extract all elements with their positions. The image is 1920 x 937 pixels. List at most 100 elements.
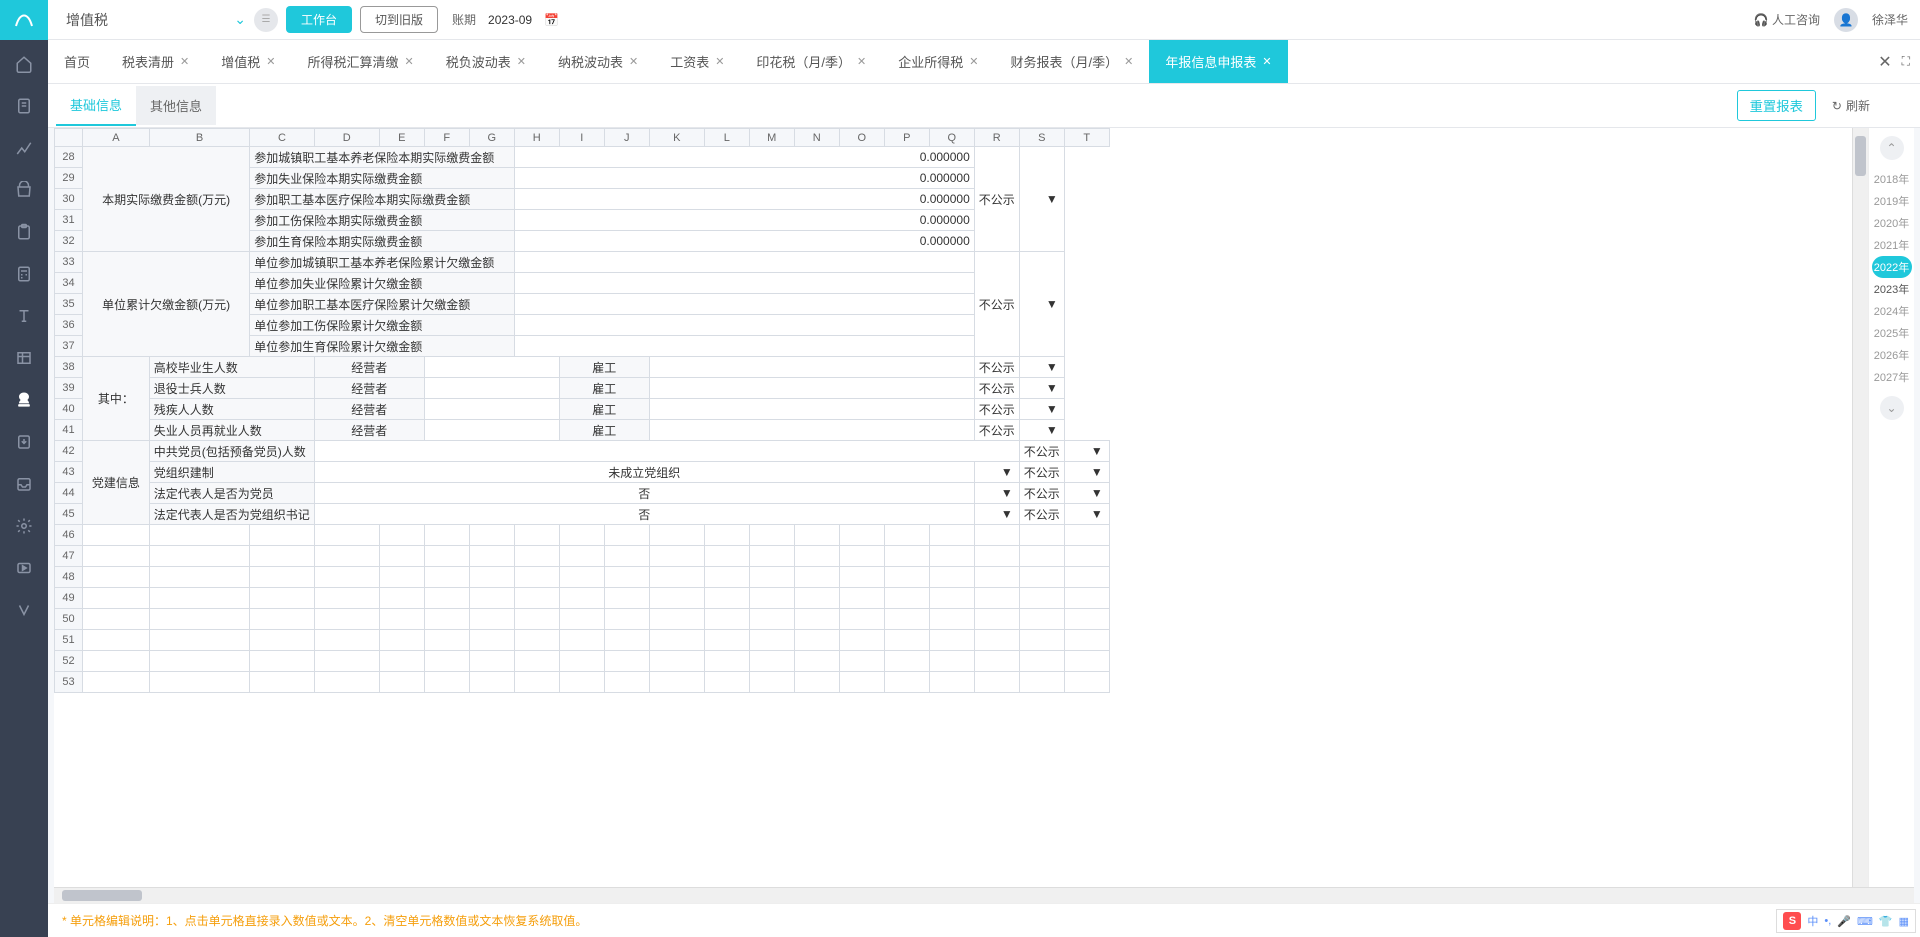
tab-close-icon[interactable]: ✕	[969, 55, 978, 68]
col-header-H[interactable]: H	[514, 129, 559, 147]
year-2027年[interactable]: 2027年	[1872, 366, 1912, 388]
ime-keyboard-icon: ⌨	[1857, 915, 1873, 928]
user-name[interactable]: 徐泽华	[1872, 11, 1908, 28]
nav-text-icon[interactable]	[12, 304, 36, 328]
footer-bar: * 单元格编辑说明：1、点击单元格直接录入数值或文本。2、清空单元格数值或文本恢…	[48, 903, 1920, 937]
col-header-E[interactable]: E	[379, 129, 424, 147]
tab-年报信息申报表[interactable]: 年报信息申报表✕	[1149, 40, 1287, 83]
period-label: 账期	[452, 11, 476, 28]
top-bar: 增值税 ⌄ ☰ 工作台 切到旧版 账期 2023-09 📅 🎧 人工咨询 👤 徐…	[48, 0, 1920, 40]
year-2020年[interactable]: 2020年	[1872, 212, 1912, 234]
ime-s-icon: S	[1783, 912, 1801, 930]
nav-settings-icon[interactable]	[12, 514, 36, 538]
col-header-T[interactable]: T	[1064, 129, 1109, 147]
tab-close-icon[interactable]: ✕	[1262, 55, 1271, 68]
calendar-icon[interactable]: 📅	[544, 13, 559, 27]
tab-企业所得税[interactable]: 企业所得税✕	[882, 40, 994, 83]
sub-header: 基础信息 其他信息 重置报表 ↻ 刷新	[48, 84, 1920, 128]
col-header-K[interactable]: K	[649, 129, 704, 147]
app-logo	[0, 0, 48, 40]
col-header-J[interactable]: J	[604, 129, 649, 147]
col-header-I[interactable]: I	[559, 129, 604, 147]
breadcrumb[interactable]: 增值税 ⌄	[66, 10, 246, 30]
nav-bag-icon[interactable]	[12, 178, 36, 202]
footer-hint: * 单元格编辑说明：1、点击单元格直接录入数值或文本。2、清空单元格数值或文本恢…	[62, 912, 587, 929]
col-header-G[interactable]: G	[469, 129, 514, 147]
ime-zhong-icon: 中	[1807, 913, 1818, 929]
col-header-C[interactable]: C	[250, 129, 314, 147]
nav-home-icon[interactable]	[12, 52, 36, 76]
year-2025年[interactable]: 2025年	[1872, 322, 1912, 344]
ime-toolbar[interactable]: S 中 •, 🎤 ⌨ 👕 ▦	[1776, 909, 1916, 933]
nav-calc-icon[interactable]	[12, 262, 36, 286]
subtab-basic[interactable]: 基础信息	[56, 85, 136, 126]
nav-table-icon[interactable]	[12, 346, 36, 370]
year-2019年[interactable]: 2019年	[1872, 190, 1912, 212]
tab-close-icon[interactable]: ✕	[266, 55, 275, 68]
sidebar	[0, 0, 48, 937]
year-2018年[interactable]: 2018年	[1872, 168, 1912, 190]
tab-税表清册[interactable]: 税表清册✕	[106, 40, 205, 83]
col-header-P[interactable]: P	[884, 129, 929, 147]
col-header-B[interactable]: B	[149, 129, 250, 147]
tab-工资表[interactable]: 工资表✕	[654, 40, 740, 83]
col-header-A[interactable]: A	[83, 129, 150, 147]
subtab-other[interactable]: 其他信息	[136, 86, 216, 125]
nav-inbox-icon[interactable]	[12, 472, 36, 496]
tabs-bar: 首页税表清册✕增值税✕所得税汇算清缴✕税负波动表✕纳税波动表✕工资表✕印花税（月…	[48, 40, 1920, 84]
period-value[interactable]: 2023-09	[488, 13, 532, 27]
refresh-button[interactable]: ↻ 刷新	[1832, 97, 1870, 114]
nav-doc-icon[interactable]	[12, 94, 36, 118]
chevron-down-icon: ⌄	[234, 11, 246, 28]
consult-link[interactable]: 🎧 人工咨询	[1754, 11, 1820, 28]
tab-close-icon[interactable]: ✕	[715, 55, 724, 68]
col-header-N[interactable]: N	[794, 129, 839, 147]
nav-export-icon[interactable]	[12, 430, 36, 454]
tab-close-icon[interactable]: ✕	[857, 55, 866, 68]
tab-close-icon[interactable]: ✕	[629, 55, 638, 68]
year-up-icon[interactable]: ⌃	[1880, 136, 1904, 160]
year-2023年[interactable]: 2023年	[1872, 278, 1912, 300]
tab-财务报表（月/季）[interactable]: 财务报表（月/季）✕	[995, 40, 1150, 83]
spreadsheet[interactable]: ABCDEFGHIJKLMNOPQRST28本期实际缴费金额(万元)参加城镇职工…	[54, 128, 1852, 887]
avatar-icon[interactable]: 👤	[1834, 8, 1858, 32]
col-header-M[interactable]: M	[749, 129, 794, 147]
col-header-Q[interactable]: Q	[929, 129, 974, 147]
year-2021年[interactable]: 2021年	[1872, 234, 1912, 256]
tab-纳税波动表[interactable]: 纳税波动表✕	[542, 40, 654, 83]
year-2026年[interactable]: 2026年	[1872, 344, 1912, 366]
ime-mic-icon: 🎤	[1837, 915, 1851, 928]
tab-close-icon[interactable]: ✕	[405, 55, 414, 68]
workspace-button[interactable]: 工作台	[286, 6, 352, 33]
tab-close-icon[interactable]: ✕	[517, 55, 526, 68]
year-down-icon[interactable]: ⌄	[1880, 396, 1904, 420]
nav-clipboard-icon[interactable]	[12, 220, 36, 244]
nav-chart-icon[interactable]	[12, 136, 36, 160]
year-2022年[interactable]: 2022年	[1872, 256, 1912, 278]
vertical-scrollbar[interactable]	[1852, 128, 1868, 887]
tab-close-icon[interactable]: ✕	[1124, 55, 1133, 68]
col-header-L[interactable]: L	[704, 129, 749, 147]
tab-增值税[interactable]: 增值税✕	[205, 40, 291, 83]
col-header-R[interactable]: R	[974, 129, 1019, 147]
switch-old-button[interactable]: 切到旧版	[360, 6, 438, 33]
tab-印花税（月/季）[interactable]: 印花税（月/季）✕	[740, 40, 882, 83]
col-header-S[interactable]: S	[1019, 129, 1064, 147]
nav-tax-icon[interactable]	[12, 388, 36, 412]
col-header-F[interactable]: F	[424, 129, 469, 147]
nav-video-icon[interactable]	[12, 556, 36, 580]
list-icon[interactable]: ☰	[254, 8, 278, 32]
tab-首页[interactable]: 首页	[48, 40, 106, 83]
reset-button[interactable]: 重置报表	[1737, 90, 1816, 121]
horizontal-scrollbar[interactable]	[54, 887, 1914, 903]
ime-grid-icon: ▦	[1899, 915, 1909, 928]
tab-close-icon[interactable]: ✕	[180, 55, 189, 68]
col-header-D[interactable]: D	[314, 129, 379, 147]
tab-所得税汇算清缴[interactable]: 所得税汇算清缴✕	[291, 40, 429, 83]
year-2024年[interactable]: 2024年	[1872, 300, 1912, 322]
expand-icon[interactable]: ⛶	[1902, 54, 1910, 69]
tab-税负波动表[interactable]: 税负波动表✕	[430, 40, 542, 83]
close-tab-icon[interactable]: ✕	[1878, 52, 1891, 72]
nav-v-icon[interactable]	[12, 598, 36, 622]
col-header-O[interactable]: O	[839, 129, 884, 147]
